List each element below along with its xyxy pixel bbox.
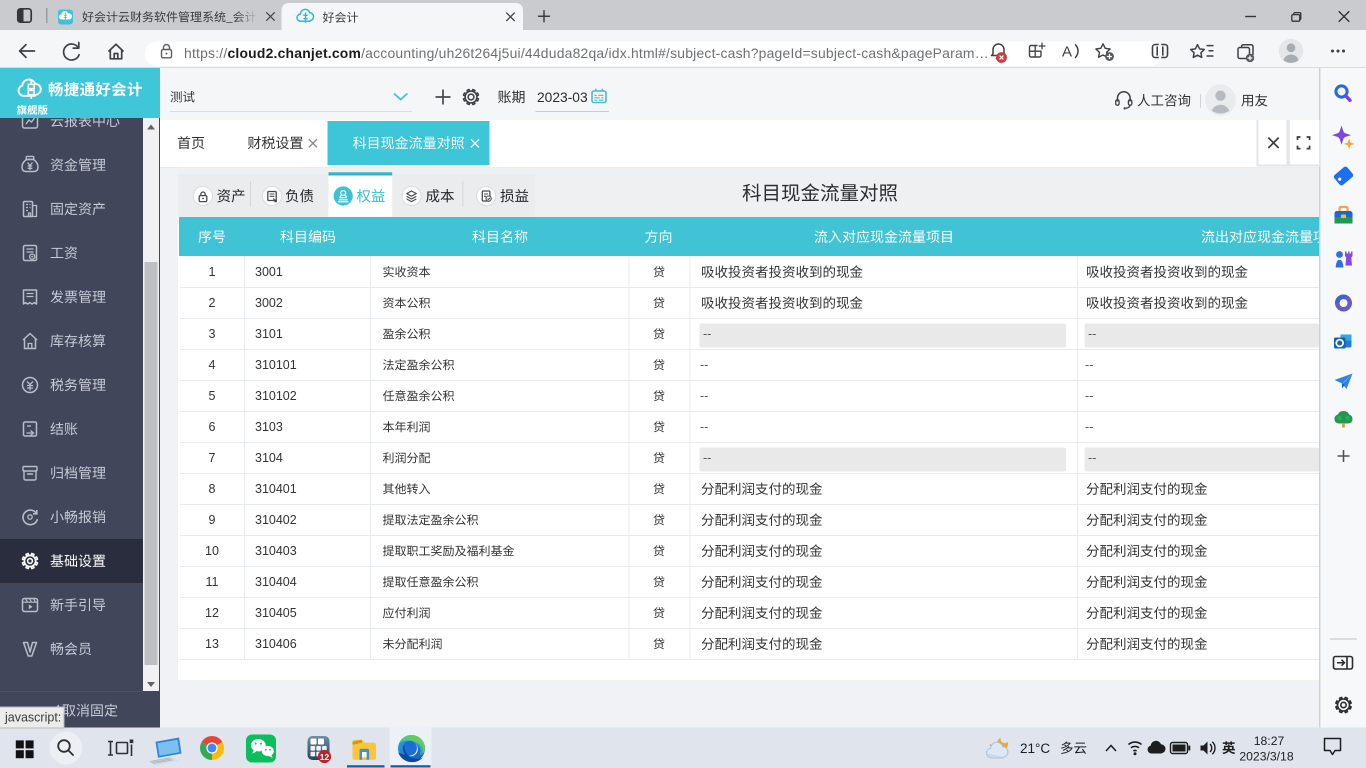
svg-text:310403: 310403 bbox=[255, 544, 297, 558]
svg-text:--: -- bbox=[703, 327, 711, 341]
svg-text:4: 4 bbox=[209, 358, 216, 372]
svg-text:--: -- bbox=[1085, 420, 1093, 434]
svg-text:3002: 3002 bbox=[255, 296, 283, 310]
svg-text:21°C: 21°C bbox=[1020, 741, 1050, 756]
svg-text:3103: 3103 bbox=[255, 420, 283, 434]
svg-text:3: 3 bbox=[209, 327, 216, 341]
svg-text:6: 6 bbox=[209, 420, 216, 434]
svg-text:3104: 3104 bbox=[255, 451, 283, 465]
svg-text:2: 2 bbox=[209, 296, 216, 310]
svg-text:10: 10 bbox=[205, 544, 219, 558]
svg-text:2023-03: 2023-03 bbox=[537, 90, 588, 105]
svg-text:310402: 310402 bbox=[255, 513, 297, 527]
svg-text:310102: 310102 bbox=[255, 389, 297, 403]
svg-text:1: 1 bbox=[209, 265, 216, 279]
svg-text:--: -- bbox=[700, 358, 708, 372]
svg-text:11: 11 bbox=[206, 575, 219, 589]
svg-text:310405: 310405 bbox=[255, 606, 297, 620]
svg-text:--: -- bbox=[1085, 358, 1093, 372]
svg-text:310401: 310401 bbox=[255, 482, 297, 496]
svg-text:2023/3/18: 2023/3/18 bbox=[1239, 750, 1293, 764]
svg-text:5: 5 bbox=[209, 389, 216, 403]
svg-text:A: A bbox=[1062, 44, 1072, 61]
svg-text:--: -- bbox=[1085, 389, 1093, 403]
svg-text:3101: 3101 bbox=[255, 327, 283, 341]
svg-text:--: -- bbox=[1088, 327, 1096, 341]
svg-text:javascript:: javascript: bbox=[4, 711, 61, 725]
svg-text:9: 9 bbox=[209, 513, 216, 527]
svg-text:--: -- bbox=[700, 389, 708, 403]
svg-text:7: 7 bbox=[209, 451, 216, 465]
svg-text:--: -- bbox=[700, 420, 708, 434]
svg-text:--: -- bbox=[703, 451, 711, 465]
svg-text:18:27: 18:27 bbox=[1254, 734, 1285, 748]
svg-text:https://cloud2.chanjet.com/acc: https://cloud2.chanjet.com/accounting/uh… bbox=[184, 45, 989, 61]
svg-text:8: 8 bbox=[209, 482, 216, 496]
svg-text:3001: 3001 bbox=[255, 265, 283, 279]
svg-text:310101: 310101 bbox=[255, 358, 297, 372]
svg-text:--: -- bbox=[1088, 451, 1096, 465]
svg-text:13: 13 bbox=[205, 637, 219, 651]
svg-text:12: 12 bbox=[320, 752, 330, 762]
svg-text:12: 12 bbox=[205, 606, 219, 620]
svg-text:310404: 310404 bbox=[255, 575, 297, 589]
svg-text:310406: 310406 bbox=[255, 637, 297, 651]
